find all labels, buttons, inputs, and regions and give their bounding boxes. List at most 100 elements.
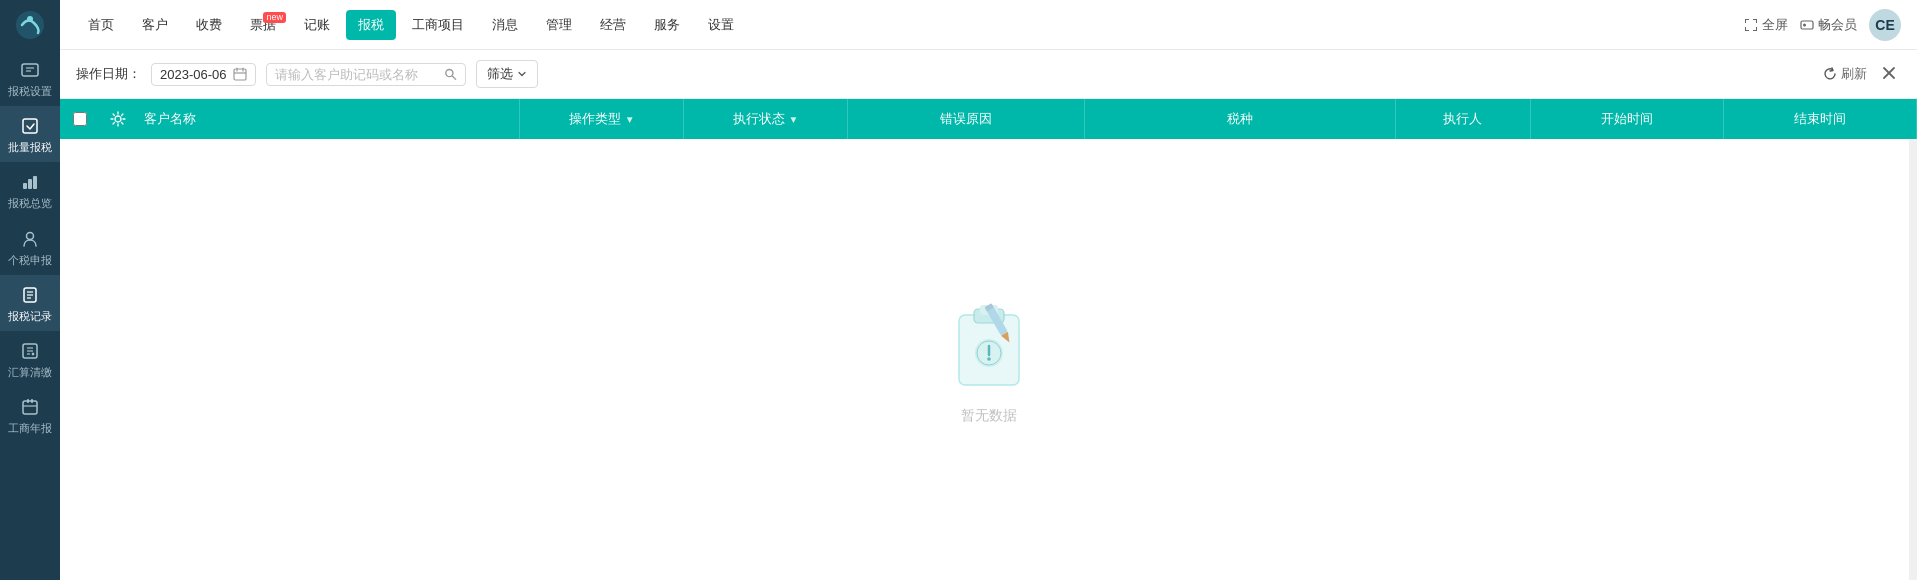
- svg-line-31: [452, 76, 455, 79]
- sidebar-item-label: 报税设置: [8, 85, 52, 98]
- batch-tax-icon: [18, 114, 42, 138]
- svg-point-0: [16, 11, 44, 39]
- fullscreen-button[interactable]: 全屏: [1744, 16, 1788, 34]
- fullscreen-label: 全屏: [1762, 16, 1788, 34]
- chevron-down-icon: [517, 69, 527, 79]
- nav-item-invoice[interactable]: 票据 new: [238, 10, 288, 40]
- nav-item-customer[interactable]: 客户: [130, 10, 180, 40]
- svg-point-1: [27, 16, 33, 22]
- sidebar-item-label: 汇算清缴: [8, 366, 52, 379]
- th-checkbox[interactable]: [60, 112, 100, 126]
- sidebar-item-piliang-baoshui[interactable]: 批量报税: [0, 106, 60, 162]
- topnav-right: 全屏 畅会员 CE: [1744, 9, 1901, 41]
- member-icon: [1800, 18, 1814, 32]
- settings-icon: [18, 58, 42, 82]
- avatar[interactable]: CE: [1869, 9, 1901, 41]
- svg-rect-2: [22, 64, 38, 76]
- member-button[interactable]: 畅会员: [1800, 16, 1857, 34]
- sidebar-item-label: 工商年报: [8, 422, 52, 435]
- refresh-button[interactable]: 刷新: [1823, 65, 1867, 83]
- svg-rect-22: [31, 399, 33, 403]
- date-picker[interactable]: 2023-06-06: [151, 63, 256, 86]
- sidebar-item-huisuan-jiaona[interactable]: 汇算清缴: [0, 331, 60, 387]
- filter-icon-optype: ▼: [625, 114, 635, 125]
- th-op-type[interactable]: 操作类型 ▼: [520, 99, 684, 139]
- top-navigation: 首页 客户 收费 票据 new 记账 报税 工商项目 消息 管理 经营 服务 设…: [60, 0, 1917, 50]
- sidebar-item-label: 报税总览: [8, 197, 52, 210]
- close-icon: [1881, 65, 1897, 81]
- svg-point-34: [115, 116, 121, 122]
- refresh-label: 刷新: [1841, 65, 1867, 83]
- nav-item-settings[interactable]: 设置: [696, 10, 746, 40]
- nav-item-manage[interactable]: 管理: [534, 10, 584, 40]
- search-wrap: [266, 63, 466, 86]
- fullscreen-icon: [1744, 18, 1758, 32]
- th-error: 错误原因: [848, 99, 1085, 139]
- svg-rect-6: [23, 183, 27, 189]
- select-all-checkbox[interactable]: [73, 112, 87, 126]
- main-wrap: 首页 客户 收费 票据 new 记账 报税 工商项目 消息 管理 经营 服务 设…: [60, 0, 1917, 580]
- sidebar-item-label: 批量报税: [8, 141, 52, 154]
- column-settings-icon: [110, 111, 126, 127]
- search-icon: [444, 67, 457, 81]
- scroll-indicator[interactable]: [1909, 139, 1917, 580]
- svg-rect-20: [23, 401, 37, 414]
- filter-icon-status: ▼: [789, 114, 799, 125]
- nav-item-operation[interactable]: 经营: [588, 10, 638, 40]
- search-input[interactable]: [275, 67, 438, 82]
- nav-item-business[interactable]: 工商项目: [400, 10, 476, 40]
- date-label: 操作日期：: [76, 65, 141, 83]
- th-status[interactable]: 执行状态 ▼: [684, 99, 848, 139]
- svg-point-44: [987, 357, 991, 361]
- table-wrap: 客户名称 操作类型 ▼ 执行状态 ▼ 错误原因 税种 执行人: [60, 99, 1917, 580]
- calculate-icon: [18, 339, 42, 363]
- nav-item-finance[interactable]: 收费: [184, 10, 234, 40]
- person-tax-icon: [18, 227, 42, 251]
- th-settings[interactable]: [100, 111, 136, 127]
- sidebar-item-gongshang-nianbao[interactable]: 工商年报: [0, 387, 60, 443]
- svg-point-25: [1803, 23, 1806, 26]
- nav-items: 首页 客户 收费 票据 new 记账 报税 工商项目 消息 管理 经营 服务 设…: [76, 10, 1744, 40]
- nav-item-tax[interactable]: 报税: [346, 10, 396, 40]
- th-customer-name: 客户名称: [136, 99, 520, 139]
- content-area: 操作日期： 2023-06-06 筛选: [60, 50, 1917, 580]
- th-taxtype: 税种: [1085, 99, 1396, 139]
- toolbar: 操作日期： 2023-06-06 筛选: [60, 50, 1917, 99]
- nav-item-home[interactable]: 首页: [76, 10, 126, 40]
- nav-item-bookkeeping[interactable]: 记账: [292, 10, 342, 40]
- sidebar-item-geshuishenbi[interactable]: 个税申报: [0, 219, 60, 275]
- empty-illustration: [944, 295, 1034, 395]
- overview-icon: [18, 170, 42, 194]
- nav-item-message[interactable]: 消息: [480, 10, 530, 40]
- sidebar-item-label: 报税记录: [8, 310, 52, 323]
- th-executor: 执行人: [1396, 99, 1531, 139]
- svg-rect-5: [23, 119, 37, 133]
- refresh-icon: [1823, 67, 1837, 81]
- sidebar-item-baoshui-zonlan[interactable]: 报税总览: [0, 162, 60, 218]
- record-icon: [18, 283, 42, 307]
- close-button[interactable]: [1877, 65, 1901, 84]
- svg-point-30: [446, 70, 453, 77]
- filter-label: 筛选: [487, 65, 513, 83]
- svg-rect-26: [234, 69, 246, 80]
- sidebar: 报税设置 批量报税 报税总览 个税申报: [0, 0, 60, 580]
- new-badge: new: [263, 12, 286, 23]
- sidebar-item-baoshui-jilu[interactable]: 报税记录: [0, 275, 60, 331]
- filter-button[interactable]: 筛选: [476, 60, 538, 88]
- empty-text: 暂无数据: [961, 407, 1017, 425]
- svg-rect-24: [1801, 21, 1813, 29]
- annual-report-icon: [18, 395, 42, 419]
- th-starttime: 开始时间: [1531, 99, 1724, 139]
- svg-rect-21: [27, 399, 29, 403]
- nav-item-service[interactable]: 服务: [642, 10, 692, 40]
- sidebar-item-label: 个税申报: [8, 254, 52, 267]
- empty-state: 暂无数据: [60, 139, 1917, 580]
- th-endtime: 结束时间: [1724, 99, 1917, 139]
- member-label: 畅会员: [1818, 16, 1857, 34]
- sidebar-logo: [0, 0, 60, 50]
- svg-rect-8: [33, 176, 37, 189]
- sidebar-item-baoshui-shezhi[interactable]: 报税设置: [0, 50, 60, 106]
- svg-point-9: [27, 232, 34, 239]
- calendar-icon: [233, 67, 247, 81]
- date-value: 2023-06-06: [160, 67, 227, 82]
